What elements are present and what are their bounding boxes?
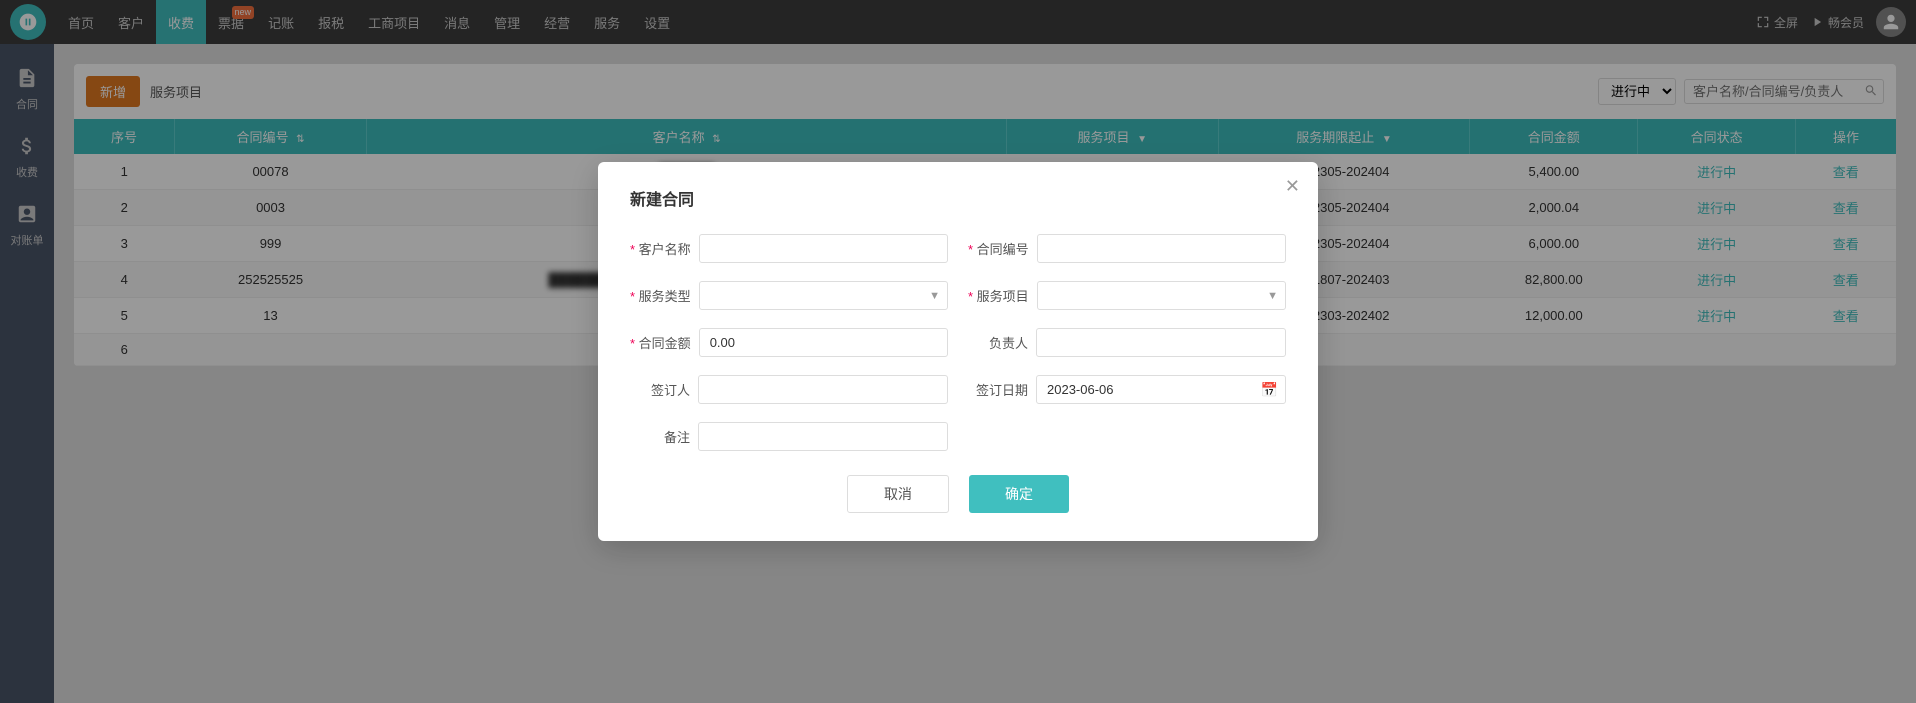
service-item-label: 服务项目 bbox=[968, 286, 1029, 305]
modal-footer: 取消 确定 bbox=[630, 475, 1286, 513]
form-group-remark: 备注 bbox=[630, 422, 948, 451]
responsible-label: 负责人 bbox=[968, 333, 1028, 352]
modal-close-button[interactable]: ✕ bbox=[1285, 176, 1300, 197]
amount-input[interactable] bbox=[699, 328, 948, 357]
form-group-service-item: 服务项目 ▼ bbox=[968, 281, 1286, 310]
form-group-customer: 客户名称 bbox=[630, 234, 948, 263]
signer-input[interactable] bbox=[698, 375, 948, 404]
form-row-5: 备注 bbox=[630, 422, 1286, 451]
contract-no-input[interactable] bbox=[1037, 234, 1286, 263]
confirm-button[interactable]: 确定 bbox=[969, 475, 1069, 513]
form-row-2: 服务类型 ▼ 服务项目 ▼ bbox=[630, 281, 1286, 310]
signer-label: 签订人 bbox=[630, 380, 690, 399]
form-group-contract-no: 合同编号 bbox=[968, 234, 1286, 263]
form-row-1: 客户名称 合同编号 bbox=[630, 234, 1286, 263]
customer-name-input[interactable] bbox=[699, 234, 948, 263]
main-layout: 合同 收费 对账单 新增 服务项目 进行中 已完成 bbox=[0, 44, 1916, 703]
sign-date-input[interactable] bbox=[1036, 375, 1286, 404]
cancel-button[interactable]: 取消 bbox=[847, 475, 949, 513]
new-contract-modal: 新建合同 ✕ 客户名称 合同编号 服务类型 bbox=[598, 162, 1318, 541]
remark-input[interactable] bbox=[698, 422, 948, 451]
contract-no-label: 合同编号 bbox=[968, 239, 1029, 258]
form-row-3: 合同金额 负责人 bbox=[630, 328, 1286, 357]
sign-date-wrapper: 📅 bbox=[1036, 375, 1286, 404]
service-item-select-wrapper: ▼ bbox=[1037, 281, 1286, 310]
amount-label: 合同金额 bbox=[630, 333, 691, 352]
service-item-select[interactable] bbox=[1037, 281, 1286, 310]
service-type-label: 服务类型 bbox=[630, 286, 691, 305]
responsible-input[interactable] bbox=[1036, 328, 1286, 357]
sign-date-label: 签订日期 bbox=[968, 380, 1028, 399]
form-group-responsible: 负责人 bbox=[968, 328, 1286, 357]
form-group-sign-date: 签订日期 📅 bbox=[968, 375, 1286, 404]
service-type-select-wrapper: ▼ bbox=[699, 281, 948, 310]
remark-label: 备注 bbox=[630, 427, 690, 446]
form-group-signer: 签订人 bbox=[630, 375, 948, 404]
modal-overlay: 新建合同 ✕ 客户名称 合同编号 服务类型 bbox=[54, 44, 1916, 703]
form-group-service-type: 服务类型 ▼ bbox=[630, 281, 948, 310]
customer-name-label: 客户名称 bbox=[630, 239, 691, 258]
calendar-icon[interactable]: 📅 bbox=[1261, 381, 1278, 398]
modal-title: 新建合同 bbox=[630, 186, 1286, 210]
content-area: 新增 服务项目 进行中 已完成 已终止 bbox=[54, 44, 1916, 703]
form-group-amount: 合同金额 bbox=[630, 328, 948, 357]
form-row-4: 签订人 签订日期 📅 bbox=[630, 375, 1286, 404]
service-type-select[interactable] bbox=[699, 281, 948, 310]
